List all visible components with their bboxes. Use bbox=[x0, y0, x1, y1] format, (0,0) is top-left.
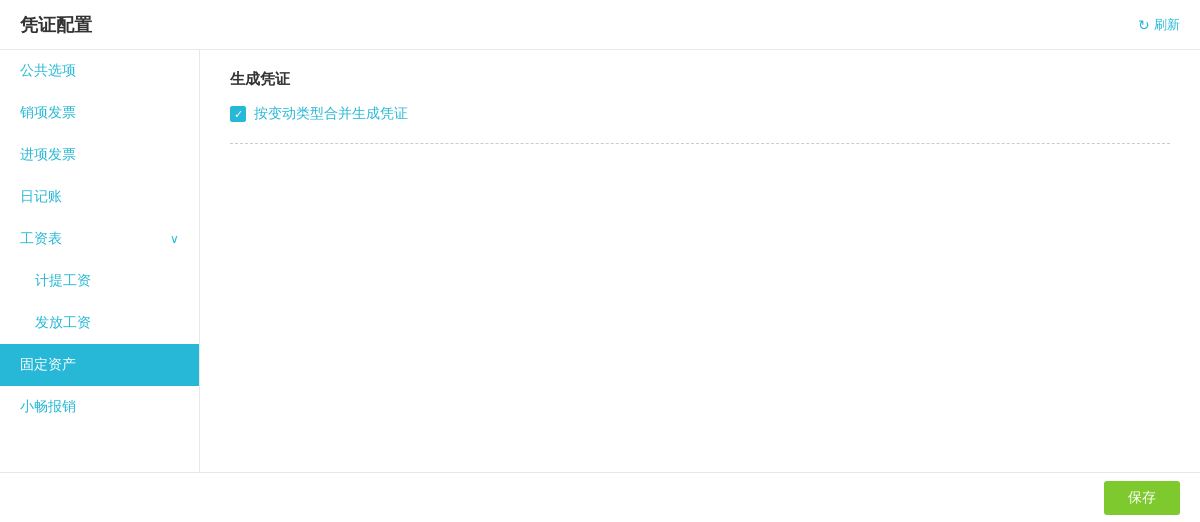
sidebar-item-label: 发放工资 bbox=[35, 314, 91, 332]
sidebar-item-label: 计提工资 bbox=[35, 272, 91, 290]
sidebar-item-label: 小畅报销 bbox=[20, 398, 76, 416]
sidebar: 公共选项销项发票进项发票日记账工资表 ∨ 计提工资发放工资固定资产小畅报销 bbox=[0, 50, 200, 522]
refresh-label: 刷新 bbox=[1154, 16, 1180, 34]
page-header: 凭证配置 ↻ 刷新 bbox=[0, 0, 1200, 50]
sidebar-item-purchase-invoice[interactable]: 进项发票 bbox=[0, 134, 199, 176]
sidebar-item-payroll[interactable]: 工资表 ∨ bbox=[0, 218, 199, 260]
checkbox-label: 按变动类型合并生成凭证 bbox=[254, 105, 408, 123]
sidebar-item-expense[interactable]: 小畅报销 bbox=[0, 386, 199, 428]
refresh-button[interactable]: ↻ 刷新 bbox=[1138, 16, 1180, 34]
sidebar-item-label: 工资表 bbox=[20, 230, 62, 248]
divider bbox=[230, 143, 1170, 144]
chevron-down-icon: ∨ bbox=[170, 232, 179, 246]
sidebar-item-label: 固定资产 bbox=[20, 356, 76, 374]
page-footer: 保存 bbox=[0, 472, 1200, 522]
sidebar-item-journal[interactable]: 日记账 bbox=[0, 176, 199, 218]
save-button[interactable]: 保存 bbox=[1104, 481, 1180, 515]
sidebar-item-label: 销项发票 bbox=[20, 104, 76, 122]
checkmark-icon: ✓ bbox=[234, 109, 243, 120]
content-area: 生成凭证 ✓ 按变动类型合并生成凭证 bbox=[200, 50, 1200, 522]
sidebar-item-fixed-assets[interactable]: 固定资产 bbox=[0, 344, 199, 386]
sidebar-item-label: 日记账 bbox=[20, 188, 62, 206]
main-layout: 公共选项销项发票进项发票日记账工资表 ∨ 计提工资发放工资固定资产小畅报销 生成凭证… bbox=[0, 50, 1200, 522]
refresh-icon: ↻ bbox=[1138, 17, 1150, 33]
merge-checkbox[interactable]: ✓ bbox=[230, 106, 246, 122]
page-title: 凭证配置 bbox=[20, 13, 92, 37]
sidebar-item-label: 公共选项 bbox=[20, 62, 76, 80]
sidebar-item-label: 进项发票 bbox=[20, 146, 76, 164]
sidebar-item-sales-invoice[interactable]: 销项发票 bbox=[0, 92, 199, 134]
checkbox-row: ✓ 按变动类型合并生成凭证 bbox=[230, 105, 1170, 123]
section-title: 生成凭证 bbox=[230, 70, 1170, 89]
sidebar-item-commission[interactable]: 计提工资 bbox=[0, 260, 199, 302]
sidebar-item-payslip[interactable]: 发放工资 bbox=[0, 302, 199, 344]
sidebar-item-public[interactable]: 公共选项 bbox=[0, 50, 199, 92]
